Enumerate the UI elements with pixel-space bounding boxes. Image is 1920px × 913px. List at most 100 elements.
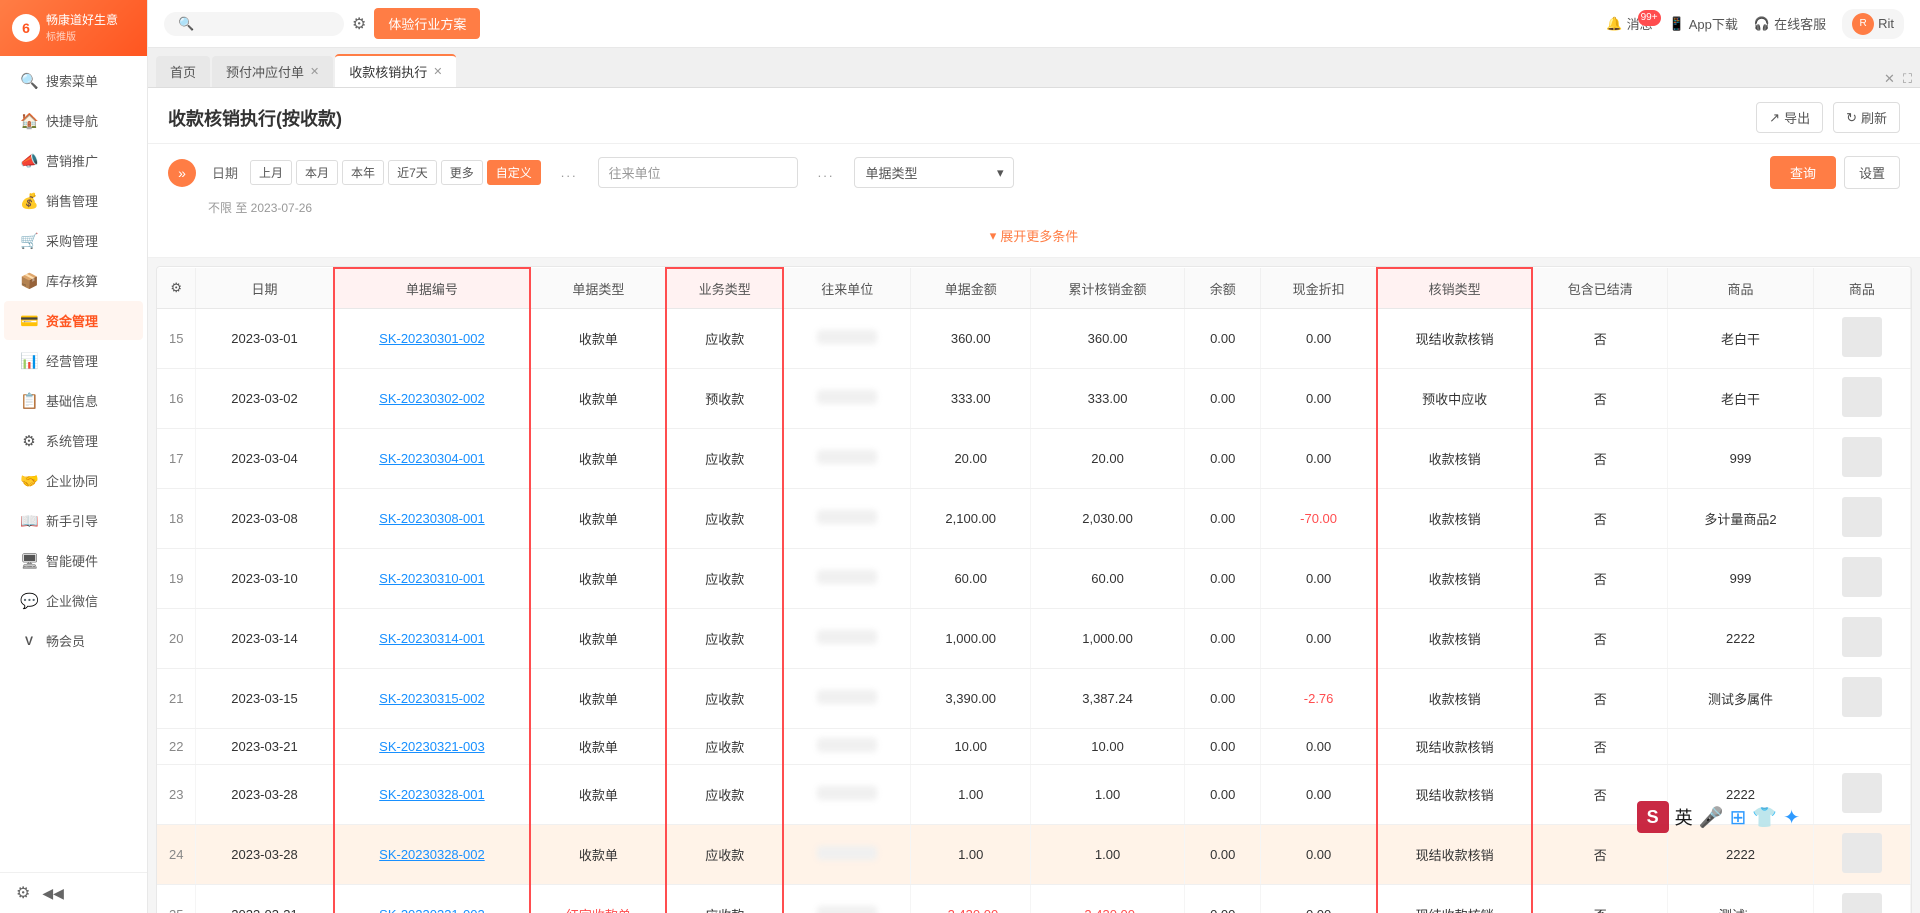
export-button[interactable]: ↗ 导出 bbox=[1756, 102, 1823, 133]
cell-settings[interactable]: 18 bbox=[157, 489, 196, 549]
tab-writeoff-close[interactable]: ✕ bbox=[433, 65, 442, 78]
cell-partner bbox=[783, 729, 911, 765]
table-row[interactable]: 24 2023-03-28 SK-20230328-002 收款单 应收款 1.… bbox=[157, 825, 1911, 885]
tab-prepay-close[interactable]: ✕ bbox=[310, 65, 319, 78]
cell-settings[interactable]: 19 bbox=[157, 549, 196, 609]
sidebar-collapse-icon[interactable]: ◀◀ bbox=[42, 885, 64, 902]
sidebar-item-wechat[interactable]: 💬 企业微信 bbox=[4, 581, 143, 620]
table-row[interactable]: 21 2023-03-15 SK-20230315-002 收款单 应收款 3,… bbox=[157, 669, 1911, 729]
cell-bill-no[interactable]: SK-20230304-001 bbox=[334, 429, 531, 489]
cell-partner bbox=[783, 549, 911, 609]
basic-icon: 📋 bbox=[20, 392, 38, 410]
cell-bill-no[interactable]: SK-20230301-002 bbox=[334, 309, 531, 369]
partner-filter-input[interactable]: 往来单位 bbox=[598, 157, 798, 188]
cell-product: 999 bbox=[1668, 429, 1813, 489]
th-amount: 单据金额 bbox=[911, 268, 1031, 309]
settings-button[interactable]: 设置 bbox=[1844, 156, 1900, 189]
sidebar-item-finance[interactable]: 💳 资金管理 bbox=[4, 301, 143, 340]
sidebar-item-member[interactable]: V 畅会员 bbox=[4, 621, 143, 660]
sidebar-item-marketing[interactable]: 📣 营销推广 bbox=[4, 141, 143, 180]
sidebar-item-label: 畅会员 bbox=[46, 631, 85, 650]
date-btn-more[interactable]: 更多 bbox=[441, 160, 483, 185]
date-btn-this-year[interactable]: 本年 bbox=[342, 160, 384, 185]
tab-close-all-icon[interactable]: ✕ bbox=[1884, 71, 1895, 87]
cell-date: 2023-03-08 bbox=[196, 489, 334, 549]
cell-settings[interactable]: 25 bbox=[157, 885, 196, 913]
solution-button[interactable]: 体验行业方案 bbox=[374, 8, 480, 39]
date-btn-custom[interactable]: 自定义 bbox=[487, 160, 541, 185]
cell-bill-no[interactable]: SK-20230310-001 bbox=[334, 549, 531, 609]
cell-bill-no[interactable]: SK-20230321-003 bbox=[334, 729, 531, 765]
date-btn-last-month[interactable]: 上月 bbox=[250, 160, 292, 185]
table-row[interactable]: 20 2023-03-14 SK-20230314-001 收款单 应收款 1,… bbox=[157, 609, 1911, 669]
filter-area: » 日期 上月 本月 本年 近7天 更多 自定义 ... 往来单位 ... bbox=[148, 144, 1920, 258]
cell-amount: 1,000.00 bbox=[911, 609, 1031, 669]
sidebar-item-inventory[interactable]: 📦 库存核算 bbox=[4, 261, 143, 300]
sidebar-item-guide[interactable]: 📖 新手引导 bbox=[4, 501, 143, 540]
export-icon: ↗ bbox=[1769, 110, 1780, 126]
topbar-gear-icon[interactable]: ⚙ bbox=[352, 14, 366, 34]
cell-bill-no[interactable]: SK-20230331-002 bbox=[334, 885, 531, 913]
topbar-search[interactable]: 🔍 bbox=[164, 12, 344, 36]
sidebar-item-basic[interactable]: 📋 基础信息 bbox=[4, 381, 143, 420]
date-btn-7days[interactable]: 近7天 bbox=[388, 160, 437, 185]
sidebar-bottom: ⚙ ◀◀ bbox=[0, 872, 147, 913]
cell-balance: 0.00 bbox=[1185, 429, 1261, 489]
table-row[interactable]: 18 2023-03-08 SK-20230308-001 收款单 应收款 2,… bbox=[157, 489, 1911, 549]
cell-biz-type: 应收款 bbox=[666, 489, 783, 549]
notification-item[interactable]: 🔔 消息 99+ bbox=[1606, 14, 1652, 33]
sidebar-settings-icon[interactable]: ⚙ bbox=[16, 883, 30, 903]
table-row[interactable]: 15 2023-03-01 SK-20230301-002 收款单 应收款 36… bbox=[157, 309, 1911, 369]
query-button[interactable]: 查询 bbox=[1770, 156, 1836, 189]
table-row[interactable]: 17 2023-03-04 SK-20230304-001 收款单 应收款 20… bbox=[157, 429, 1911, 489]
cell-bill-no[interactable]: SK-20230328-002 bbox=[334, 825, 531, 885]
sidebar-item-system[interactable]: ⚙ 系统管理 bbox=[4, 421, 143, 460]
cell-bill-no[interactable]: SK-20230302-002 bbox=[334, 369, 531, 429]
th-settings[interactable]: ⚙ bbox=[157, 268, 196, 309]
cell-settings[interactable]: 15 bbox=[157, 309, 196, 369]
user-item[interactable]: R Rit bbox=[1842, 9, 1904, 39]
cell-writeoff-type: 收款核销 bbox=[1377, 429, 1533, 489]
tab-home[interactable]: 首页 bbox=[156, 56, 210, 87]
sidebar-item-operation[interactable]: 📊 经营管理 bbox=[4, 341, 143, 380]
filter-collapse-btn[interactable]: » bbox=[168, 159, 196, 187]
expand-more-btn[interactable]: ▾ 展开更多条件 bbox=[168, 226, 1900, 245]
date-btn-this-month[interactable]: 本月 bbox=[296, 160, 338, 185]
cell-settings[interactable]: 24 bbox=[157, 825, 196, 885]
table-row[interactable]: 16 2023-03-02 SK-20230302-002 收款单 预收款 33… bbox=[157, 369, 1911, 429]
refresh-button[interactable]: ↻ 刷新 bbox=[1833, 102, 1900, 133]
cell-amount: 60.00 bbox=[911, 549, 1031, 609]
table-row[interactable]: 19 2023-03-10 SK-20230310-001 收款单 应收款 60… bbox=[157, 549, 1911, 609]
cell-product2 bbox=[1813, 825, 1910, 885]
cell-settings[interactable]: 16 bbox=[157, 369, 196, 429]
sidebar-item-enterprise[interactable]: 🤝 企业协同 bbox=[4, 461, 143, 500]
cell-product: 2222 bbox=[1668, 825, 1813, 885]
cell-settings[interactable]: 20 bbox=[157, 609, 196, 669]
table-row[interactable]: 22 2023-03-21 SK-20230321-003 收款单 应收款 10… bbox=[157, 729, 1911, 765]
online-support-item[interactable]: 🎧 在线客服 bbox=[1754, 14, 1826, 33]
cell-settings[interactable]: 23 bbox=[157, 765, 196, 825]
cell-bill-no[interactable]: SK-20230308-001 bbox=[334, 489, 531, 549]
cell-bill-no[interactable]: SK-20230314-001 bbox=[334, 609, 531, 669]
tab-prepay[interactable]: 预付冲应付单 ✕ bbox=[212, 56, 333, 87]
sidebar-item-shortcut[interactable]: 🏠 快捷导航 bbox=[4, 101, 143, 140]
app-download-item[interactable]: 📱 App下载 bbox=[1669, 14, 1738, 33]
cell-settings[interactable]: 21 bbox=[157, 669, 196, 729]
cell-product2 bbox=[1813, 885, 1910, 913]
cell-settings[interactable]: 22 bbox=[157, 729, 196, 765]
tab-expand-icon[interactable]: ⛶ bbox=[1903, 71, 1912, 87]
cell-settings[interactable]: 17 bbox=[157, 429, 196, 489]
cell-bill-no[interactable]: SK-20230328-001 bbox=[334, 765, 531, 825]
table-row[interactable]: 23 2023-03-28 SK-20230328-001 收款单 应收款 1.… bbox=[157, 765, 1911, 825]
cell-date: 2023-03-01 bbox=[196, 309, 334, 369]
sidebar-item-purchase[interactable]: 🛒 采购管理 bbox=[4, 221, 143, 260]
tab-writeoff[interactable]: 收款核销执行 ✕ bbox=[335, 54, 456, 87]
table-row[interactable]: 25 2023-03-31 SK-20230331-002 红字收款单 应收款 … bbox=[157, 885, 1911, 913]
cell-amount: 2,100.00 bbox=[911, 489, 1031, 549]
sidebar-item-hardware[interactable]: 🖥 智能硬件 bbox=[4, 541, 143, 580]
bill-type-filter-select[interactable]: 单据类型 ▾ bbox=[854, 157, 1014, 188]
sidebar-item-sales[interactable]: 💰 销售管理 bbox=[4, 181, 143, 220]
cell-bill-no[interactable]: SK-20230315-002 bbox=[334, 669, 531, 729]
tab-home-label: 首页 bbox=[170, 62, 196, 81]
sidebar-item-search[interactable]: 🔍 搜索菜单 bbox=[4, 61, 143, 100]
